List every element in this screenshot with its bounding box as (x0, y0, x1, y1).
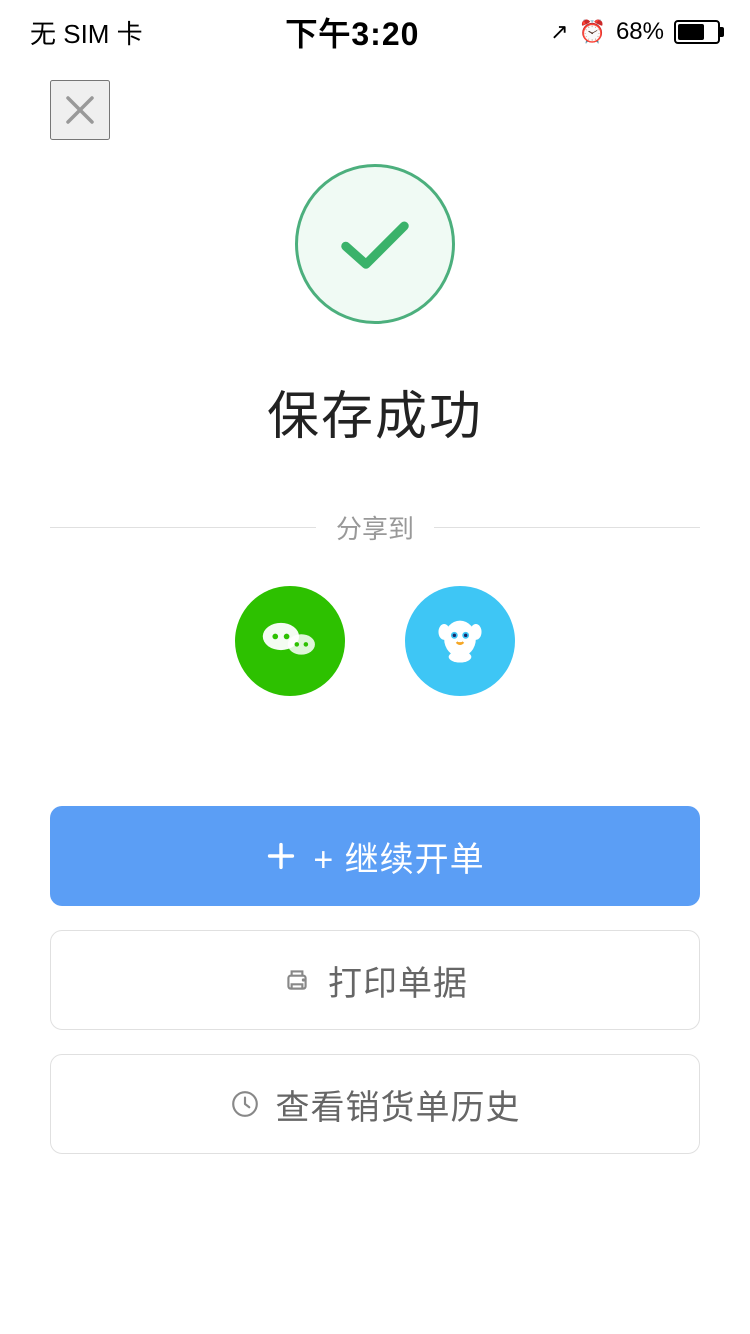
qq-share-button[interactable] (405, 586, 515, 696)
history-button[interactable]: 查看销货单历史 (50, 1054, 700, 1154)
battery-percent: 68% (616, 18, 664, 46)
share-section: 分享到 (0, 509, 750, 696)
location-icon: ↗ (550, 19, 568, 45)
status-carrier: 无 SIM 卡 (30, 14, 155, 51)
battery-icon (674, 20, 720, 44)
main-content: 保存成功 分享到 (0, 64, 750, 1154)
qq-icon (426, 607, 494, 675)
close-button[interactable] (50, 80, 110, 140)
right-divider (434, 527, 700, 528)
status-bar: 无 SIM 卡 下午3:20 ↗ ⏰ 68% (0, 0, 750, 64)
action-buttons: + 继续开单 打印单据 查看销货单历史 (0, 776, 750, 1154)
wechat-share-button[interactable] (235, 586, 345, 696)
clock-icon (230, 1089, 260, 1119)
divider-row: 分享到 (0, 509, 750, 546)
success-circle (295, 164, 455, 324)
share-icons-row (235, 586, 515, 696)
carrier-text: 无 SIM 卡 (30, 14, 143, 51)
status-time: 下午3:20 (285, 9, 419, 55)
success-title: 保存成功 (267, 374, 483, 449)
wechat-icon (256, 607, 324, 675)
status-indicators: ↗ ⏰ 68% (550, 18, 720, 46)
left-divider (50, 527, 316, 528)
plus-icon (265, 840, 297, 872)
share-label: 分享到 (316, 509, 434, 546)
history-label: 查看销货单历史 (276, 1080, 521, 1129)
continue-label: + 继续开单 (313, 832, 484, 881)
print-icon (282, 965, 312, 995)
alarm-icon: ⏰ (579, 19, 606, 45)
continue-button[interactable]: + 继续开单 (50, 806, 700, 906)
print-button[interactable]: 打印单据 (50, 930, 700, 1030)
print-label: 打印单据 (328, 956, 468, 1005)
check-icon (330, 199, 420, 289)
close-icon (62, 92, 98, 128)
